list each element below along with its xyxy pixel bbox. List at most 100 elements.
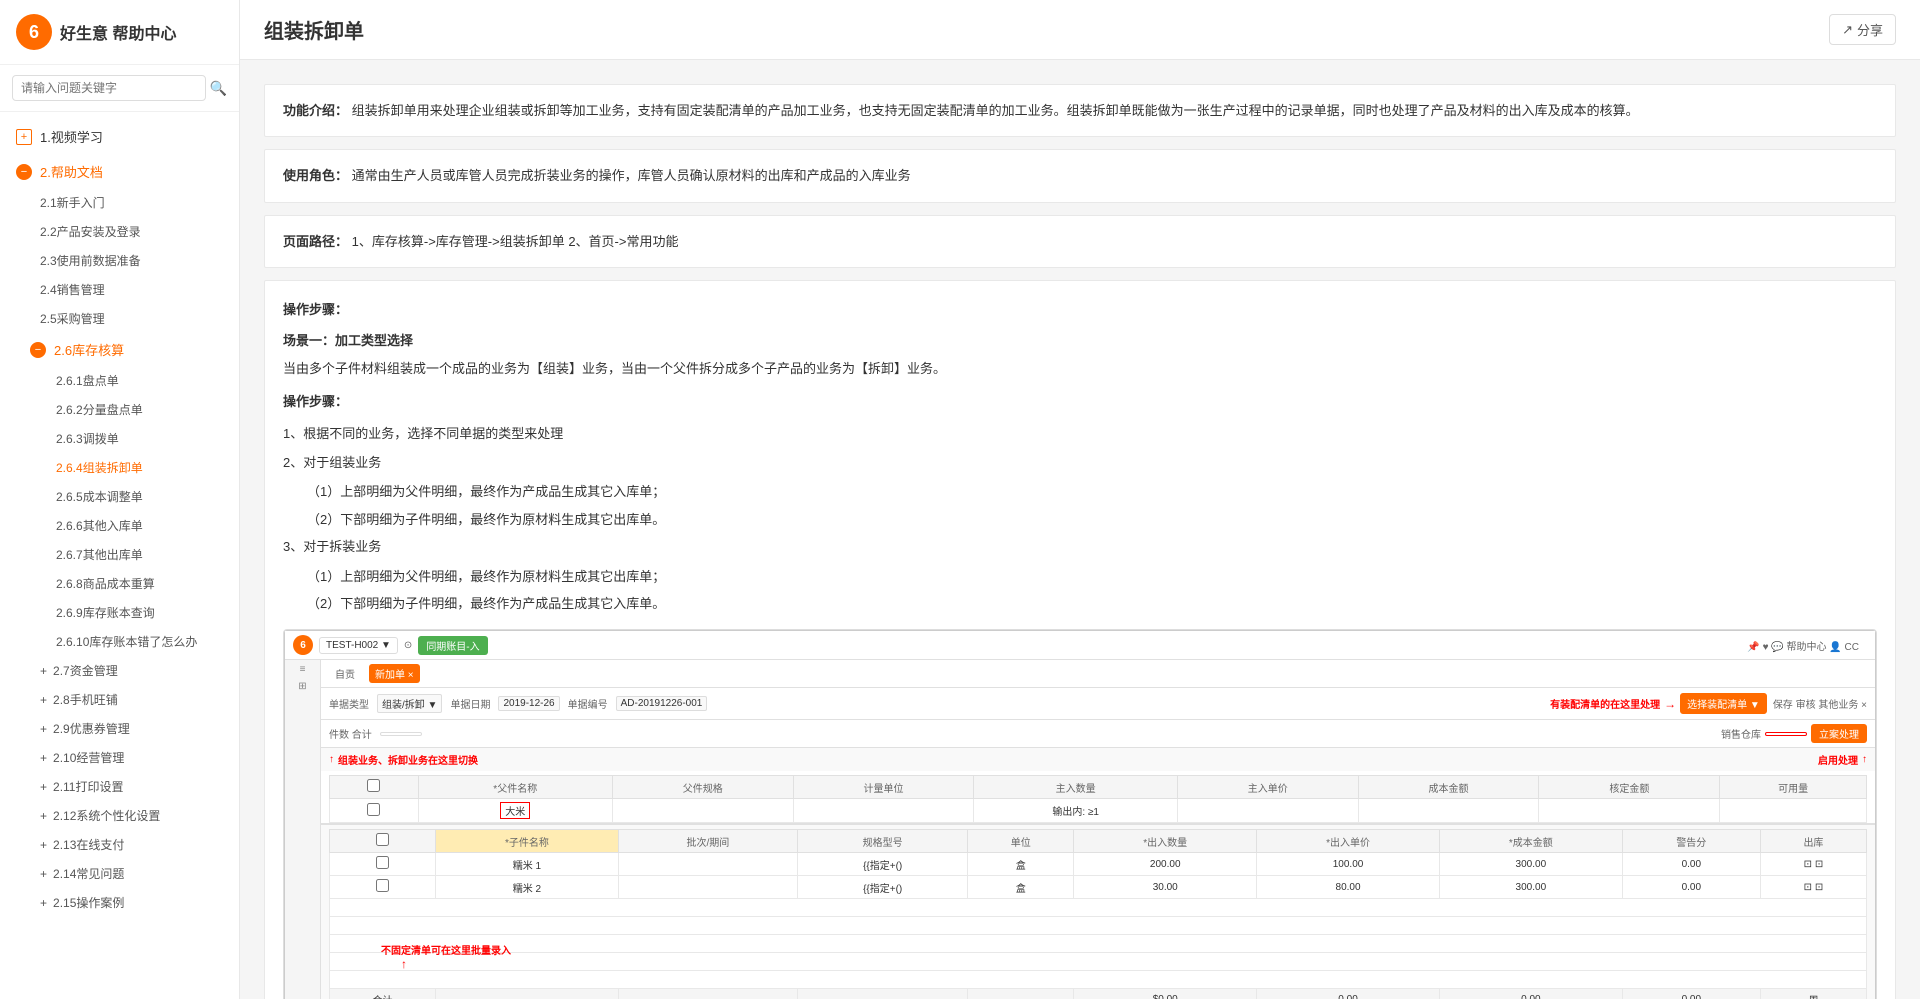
nav-item-2-6[interactable]: − 2.6库存核算	[0, 333, 239, 366]
sidebar-item-2-6-4[interactable]: 2.6.4组装拆卸单	[0, 453, 239, 482]
annotation3-area: 启用处理 ↑	[1818, 752, 1867, 767]
l-r2-check[interactable]	[376, 879, 389, 892]
l-r1-unit: 盒	[968, 853, 1074, 876]
expand-2-15-icon: +	[40, 896, 47, 910]
lower-row5	[330, 935, 1867, 953]
sidebar-item-2-6-9[interactable]: 2.6.9库存账本查询	[0, 598, 239, 627]
upper-table-area: *父件名称 父件规格 计量单位 主入数量 主入单价 成本金额 核定金额 可用量	[321, 771, 1875, 823]
nav-group-videos: + 1.视频学习	[0, 120, 239, 153]
main-content: 功能介绍： 组装拆卸单用来处理企业组装或拆卸等加工业务，支持有固定装配清单的产品…	[240, 60, 1920, 999]
sidebar-item-2-14[interactable]: + 2.14常见问题	[0, 859, 239, 888]
app-tab-new: 新加单 ×	[369, 664, 420, 683]
steps-title: 操作步骤：	[283, 299, 1877, 318]
sidebar-item-2-9[interactable]: + 2.9优惠券管理	[0, 714, 239, 743]
sidebar-item-2-7[interactable]: + 2.7资金管理	[0, 656, 239, 685]
info-block-path: 页面路径： 1、库存核算->库存管理->组装拆卸单 2、首页->常用功能	[264, 215, 1896, 268]
search-icon[interactable]: 🔍	[210, 80, 227, 97]
sidebar-item-2-12[interactable]: + 2.12系统个性化设置	[0, 801, 239, 830]
col-parent-spec: 父件规格	[612, 776, 793, 799]
l-r1-qty: 200.00	[1074, 853, 1257, 876]
collapse-icon: −	[16, 164, 32, 180]
footer-label: 合计	[330, 989, 436, 999]
sidebar-item-2-6-3[interactable]: 2.6.3调拨单	[0, 424, 239, 453]
role-text: 通常由生产人员或库管人员完成折装业务的操作，库管人员确认原材料的出库和产成品的入…	[352, 168, 911, 183]
col-unit: 计量单位	[793, 776, 974, 799]
row1-check[interactable]	[367, 803, 380, 816]
lower-row2: 糯米 2 {{指定+() 盒 30.00 80.00 300.00 0.00	[330, 876, 1867, 899]
sidebar-item-2-4[interactable]: 2.4销售管理	[0, 275, 239, 304]
sidebar-item-2-3[interactable]: 2.3使用前数据准备	[0, 246, 239, 275]
sidebar-item-2-6-10[interactable]: 2.6.10库存账本错了怎么办	[0, 627, 239, 656]
lower-select-all[interactable]	[376, 833, 389, 846]
main-area: 组装拆卸单 ↗ 分享 功能介绍： 组装拆卸单用来处理企业组装或拆卸等加工业务，支…	[240, 0, 1920, 999]
annotation1-text: 有装配清单的在这里处理	[1550, 696, 1660, 711]
select-all-checkbox[interactable]	[367, 779, 380, 792]
upper-table-header-row: *父件名称 父件规格 计量单位 主入数量 主入单价 成本金额 核定金额 可用量	[330, 776, 1867, 799]
sidebar-item-2-15[interactable]: + 2.15操作案例	[0, 888, 239, 917]
page-header: 组装拆卸单 ↗ 分享	[240, 0, 1920, 60]
lower-col-qty: *出入数量	[1074, 830, 1257, 853]
nav-item-helpdocs[interactable]: − 2.帮助文档	[0, 155, 239, 188]
lower-row6	[330, 953, 1867, 971]
lower-col-price: *出入单价	[1257, 830, 1440, 853]
sidebar-item-2-1[interactable]: 2.1新手入门	[0, 188, 239, 217]
app-sidebar-icons: ≡ ⊞	[285, 660, 321, 999]
screenshot-container: 6 TEST-H002 ▼ ⊙ 同期账目-入 📌 ♥ 💬 帮助中心 👤 CC ≡…	[283, 629, 1877, 999]
row1-approved	[1539, 799, 1720, 823]
sidebar-item-2-10[interactable]: + 2.10经营管理	[0, 743, 239, 772]
step2: 2、对于组装业务	[283, 451, 1877, 474]
steps-section: 操作步骤： 场景一：加工类型选择 当由多个子件材料组装成一个成品的业务为【组装】…	[264, 280, 1896, 999]
logo-text: 好生意 帮助中心	[60, 20, 176, 44]
lower-row7	[330, 971, 1867, 989]
action-btns: 保存 审核 其他业务 ×	[1773, 696, 1867, 711]
sidebar-item-2-6-6[interactable]: 2.6.6其他入库单	[0, 511, 239, 540]
col-approved: 核定金额	[1539, 776, 1720, 799]
l-r1-check[interactable]	[376, 856, 389, 869]
form-value-type: 组装/拆卸 ▼	[377, 694, 442, 713]
page-title: 组装拆卸单	[264, 15, 364, 44]
form-label-num: 单据编号	[568, 696, 608, 711]
expand-2-9-icon: +	[40, 722, 47, 736]
l-r1-price: 100.00	[1257, 853, 1440, 876]
annotation3-text: 启用处理	[1818, 752, 1858, 767]
annotation3-arrow: ↑	[1862, 754, 1867, 765]
l-r1-cost: 300.00	[1439, 853, 1622, 876]
sidebar-item-2-6-8[interactable]: 2.6.8商品成本重算	[0, 569, 239, 598]
share-button[interactable]: ↗ 分享	[1829, 14, 1896, 45]
sidebar-item-2-2[interactable]: 2.2产品安装及登录	[0, 217, 239, 246]
sidebar-item-2-11[interactable]: + 2.11打印设置	[0, 772, 239, 801]
lower-col-name: *子件名称	[436, 830, 619, 853]
sidebar-item-2-8[interactable]: + 2.8手机旺铺	[0, 685, 239, 714]
sidebar-item-2-5[interactable]: 2.5采购管理	[0, 304, 239, 333]
sidebar-item-2-6-1[interactable]: 2.6.1盘点单	[0, 366, 239, 395]
footer-empty3	[798, 989, 968, 999]
l-r1-out: ⊡ ⊡	[1760, 853, 1866, 876]
form-value-date: 2019-12-26	[498, 696, 559, 711]
app-screenshot: 6 TEST-H002 ▼ ⊙ 同期账目-入 📌 ♥ 💬 帮助中心 👤 CC ≡…	[284, 630, 1876, 999]
col-parent-name: *父件名称	[418, 776, 612, 799]
app-topbar: 6 TEST-H002 ▼ ⊙ 同期账目-入 📌 ♥ 💬 帮助中心 👤 CC	[285, 631, 1875, 660]
annotation2-arrow: ↑	[329, 754, 334, 765]
enable-btn[interactable]: 立案处理	[1811, 724, 1867, 743]
sidebar-item-2-6-5[interactable]: 2.6.5成本调整单	[0, 482, 239, 511]
step1: 1、根据不同的业务，选择不同单据的类型来处理	[283, 422, 1877, 445]
lower-col-checkbox	[330, 830, 436, 853]
sidebar-item-2-6-7[interactable]: 2.6.7其他出库单	[0, 540, 239, 569]
annotation4-text: 不固定清单可在这里批量录入	[381, 942, 511, 957]
l-r2-cost: 300.00	[1439, 876, 1622, 899]
expand-icon: +	[16, 129, 32, 145]
step2-sub1: （1）上部明细为父件明细，最终作为产成品生成其它入库单；	[283, 480, 1877, 503]
sidebar-item-2-13[interactable]: + 2.13在线支付	[0, 830, 239, 859]
search-input[interactable]	[12, 75, 206, 101]
step2-sub2: （2）下部明细为子件明细，最终作为原材料生成其它出库单。	[283, 508, 1877, 531]
path-text: 1、库存核算->库存管理->组装拆卸单 2、首页->常用功能	[352, 234, 679, 249]
l-r2-unit: 盒	[968, 876, 1074, 899]
l-r2-out: ⊡ ⊡	[1760, 876, 1866, 899]
nav-item-videos[interactable]: + 1.视频学习	[0, 120, 239, 153]
form-label-type: 单据类型	[329, 696, 369, 711]
form-label-date: 单据日期	[450, 696, 490, 711]
step-list: 1、根据不同的业务，选择不同单据的类型来处理 2、对于组装业务 （1）上部明细为…	[283, 422, 1877, 616]
lower-table-area: *子件名称 批次/期间 规格型号 单位 *出入数量 *出入单价 *成本金额 警告…	[321, 823, 1875, 999]
sidebar-item-2-6-2[interactable]: 2.6.2分量盘点单	[0, 395, 239, 424]
step3: 3、对于拆装业务	[283, 535, 1877, 558]
